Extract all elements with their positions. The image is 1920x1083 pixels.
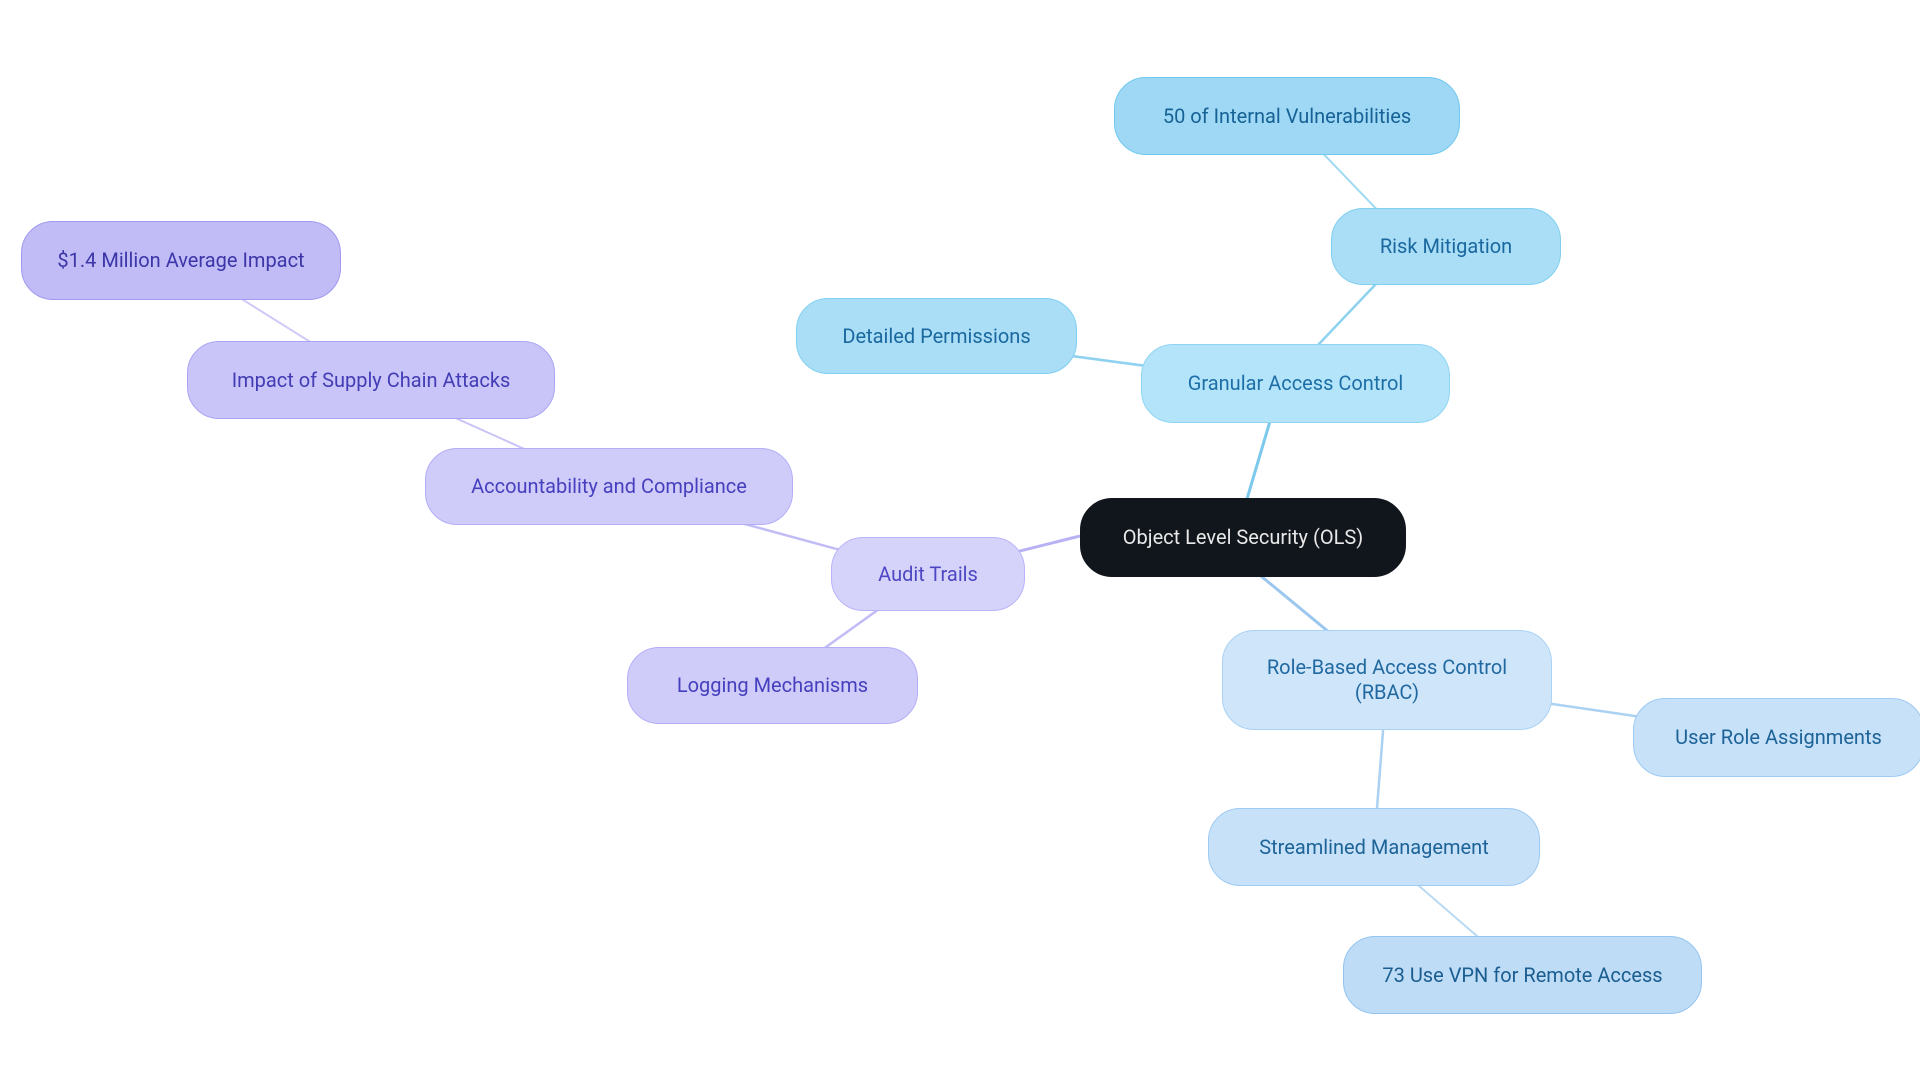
node-label: Streamlined Management bbox=[1259, 835, 1488, 860]
node-rbac[interactable]: Role-Based Access Control (RBAC) bbox=[1222, 630, 1552, 730]
root-node[interactable]: Object Level Security (OLS) bbox=[1080, 498, 1406, 577]
node-label: 73 Use VPN for Remote Access bbox=[1382, 963, 1662, 988]
diagram-canvas: Object Level Security (OLS) Audit Trails… bbox=[0, 0, 1920, 1083]
node-audit-trails[interactable]: Audit Trails bbox=[831, 537, 1025, 611]
node-granular[interactable]: Granular Access Control bbox=[1141, 344, 1450, 423]
node-label: Audit Trails bbox=[878, 562, 978, 587]
node-label: User Role Assignments bbox=[1675, 725, 1882, 750]
node-logging-mechanisms[interactable]: Logging Mechanisms bbox=[627, 647, 918, 724]
node-label: Detailed Permissions bbox=[842, 324, 1030, 349]
node-risk-mitigation[interactable]: Risk Mitigation bbox=[1331, 208, 1561, 285]
node-label: Granular Access Control bbox=[1188, 371, 1404, 396]
node-label: 50 of Internal Vulnerabilities bbox=[1163, 104, 1411, 129]
node-label: Role-Based Access Control (RBAC) bbox=[1249, 655, 1525, 705]
node-label: Impact of Supply Chain Attacks bbox=[232, 368, 511, 393]
node-label: Risk Mitigation bbox=[1380, 234, 1512, 259]
node-supply-chain[interactable]: Impact of Supply Chain Attacks bbox=[187, 341, 555, 419]
node-vpn[interactable]: 73 Use VPN for Remote Access bbox=[1343, 936, 1702, 1014]
node-internal-vuln[interactable]: 50 of Internal Vulnerabilities bbox=[1114, 77, 1460, 155]
node-impact[interactable]: $1.4 Million Average Impact bbox=[21, 221, 341, 300]
node-detailed-permissions[interactable]: Detailed Permissions bbox=[796, 298, 1077, 374]
node-label: Logging Mechanisms bbox=[677, 673, 868, 698]
node-label: Accountability and Compliance bbox=[471, 474, 747, 499]
node-label: $1.4 Million Average Impact bbox=[57, 248, 304, 273]
node-streamlined-management[interactable]: Streamlined Management bbox=[1208, 808, 1540, 886]
root-label: Object Level Security (OLS) bbox=[1123, 525, 1363, 550]
node-accountability[interactable]: Accountability and Compliance bbox=[425, 448, 793, 525]
node-user-role[interactable]: User Role Assignments bbox=[1633, 698, 1920, 777]
